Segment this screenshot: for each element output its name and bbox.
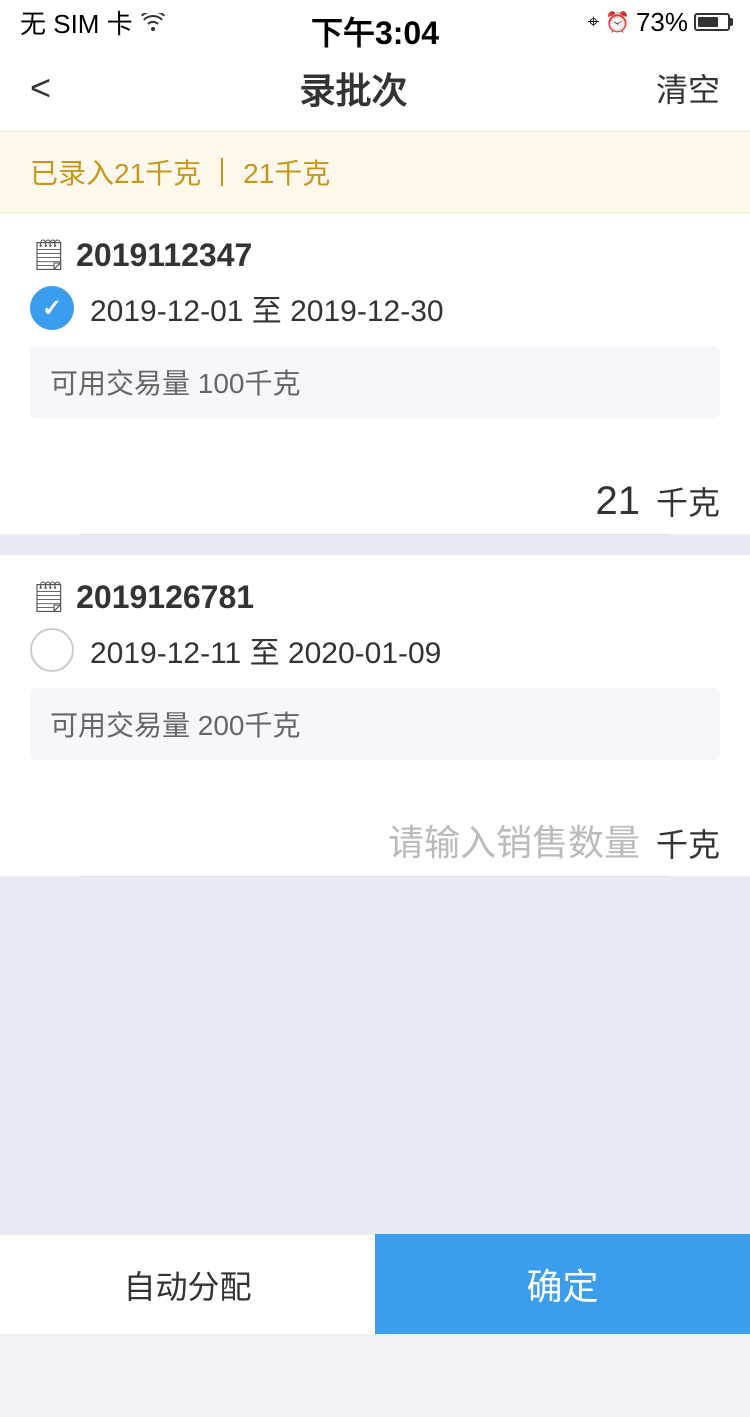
batch1-qty-value: 21 [595, 479, 640, 524]
info-banner: 已录入21千克 21千克 [0, 132, 750, 213]
bottom-bar: 自动分配 确定 [0, 1234, 750, 1334]
auto-distribute-button[interactable]: 自动分配 [0, 1234, 375, 1334]
batch2-date-row[interactable]: 2019-12-11 至 2020-01-09 [30, 628, 720, 672]
section-separator [0, 535, 750, 555]
batch2-qty-unit: 千克 [656, 820, 720, 866]
batch1-radio[interactable]: ✓ [30, 286, 74, 330]
batch1-header: 🗒 2019112347 [30, 237, 720, 274]
batch1-quantity-row: 21 千克 [0, 458, 750, 534]
page-title: 录批次 [300, 62, 408, 114]
batch-item-2: 🗒 2019126781 2019-12-11 至 2020-01-09 可用交… [0, 555, 750, 800]
batch2-availability: 可用交易量 200千克 [30, 688, 720, 760]
batch2-avail-text: 可用交易量 200千克 [50, 710, 301, 741]
batch2-date: 2019-12-11 至 2020-01-09 [90, 628, 441, 672]
battery-percent: 73% [636, 7, 688, 38]
batch2-qty-input[interactable] [175, 822, 640, 864]
alarm-icon: ⏰ [605, 10, 630, 35]
recorded-label: 已录入21千克 [30, 152, 201, 192]
back-button[interactable]: < [30, 67, 51, 109]
batch1-qty-unit: 千克 [656, 478, 720, 524]
doc-icon-1: 🗒 [30, 238, 68, 273]
confirm-button[interactable]: 确定 [375, 1234, 750, 1334]
batch-item-1: 🗒 2019112347 ✓ 2019-12-01 至 2019-12-30 可… [0, 213, 750, 458]
wifi-icon [141, 7, 165, 38]
status-bar: 无 SIM 卡 下午3:04 ⌖ ⏰ 73% [0, 0, 750, 44]
check-icon-1: ✓ [42, 294, 62, 323]
batch2-input-row: 千克 [0, 800, 750, 876]
batch1-date-row[interactable]: ✓ 2019-12-01 至 2019-12-30 [30, 286, 720, 330]
battery-icon [694, 13, 730, 31]
batch2-id: 2019126781 [76, 579, 254, 616]
carrier-text: 无 SIM 卡 [20, 4, 133, 41]
batch2-header: 🗒 2019126781 [30, 579, 720, 616]
batch1-date: 2019-12-01 至 2019-12-30 [90, 286, 444, 330]
batch2-radio[interactable] [30, 628, 74, 672]
batch1-availability: 可用交易量 100千克 [30, 346, 720, 418]
batch1-id: 2019112347 [76, 237, 252, 274]
doc-icon-2: 🗒 [30, 580, 68, 615]
banner-divider [221, 158, 223, 186]
clear-button[interactable]: 清空 [656, 65, 720, 111]
location-icon: ⌖ [588, 11, 599, 34]
time-display: 下午3:04 [311, 8, 439, 54]
recorded-value: 21千克 [243, 152, 330, 192]
nav-bar: < 录批次 清空 [0, 44, 750, 132]
batch1-avail-text: 可用交易量 100千克 [50, 368, 301, 399]
